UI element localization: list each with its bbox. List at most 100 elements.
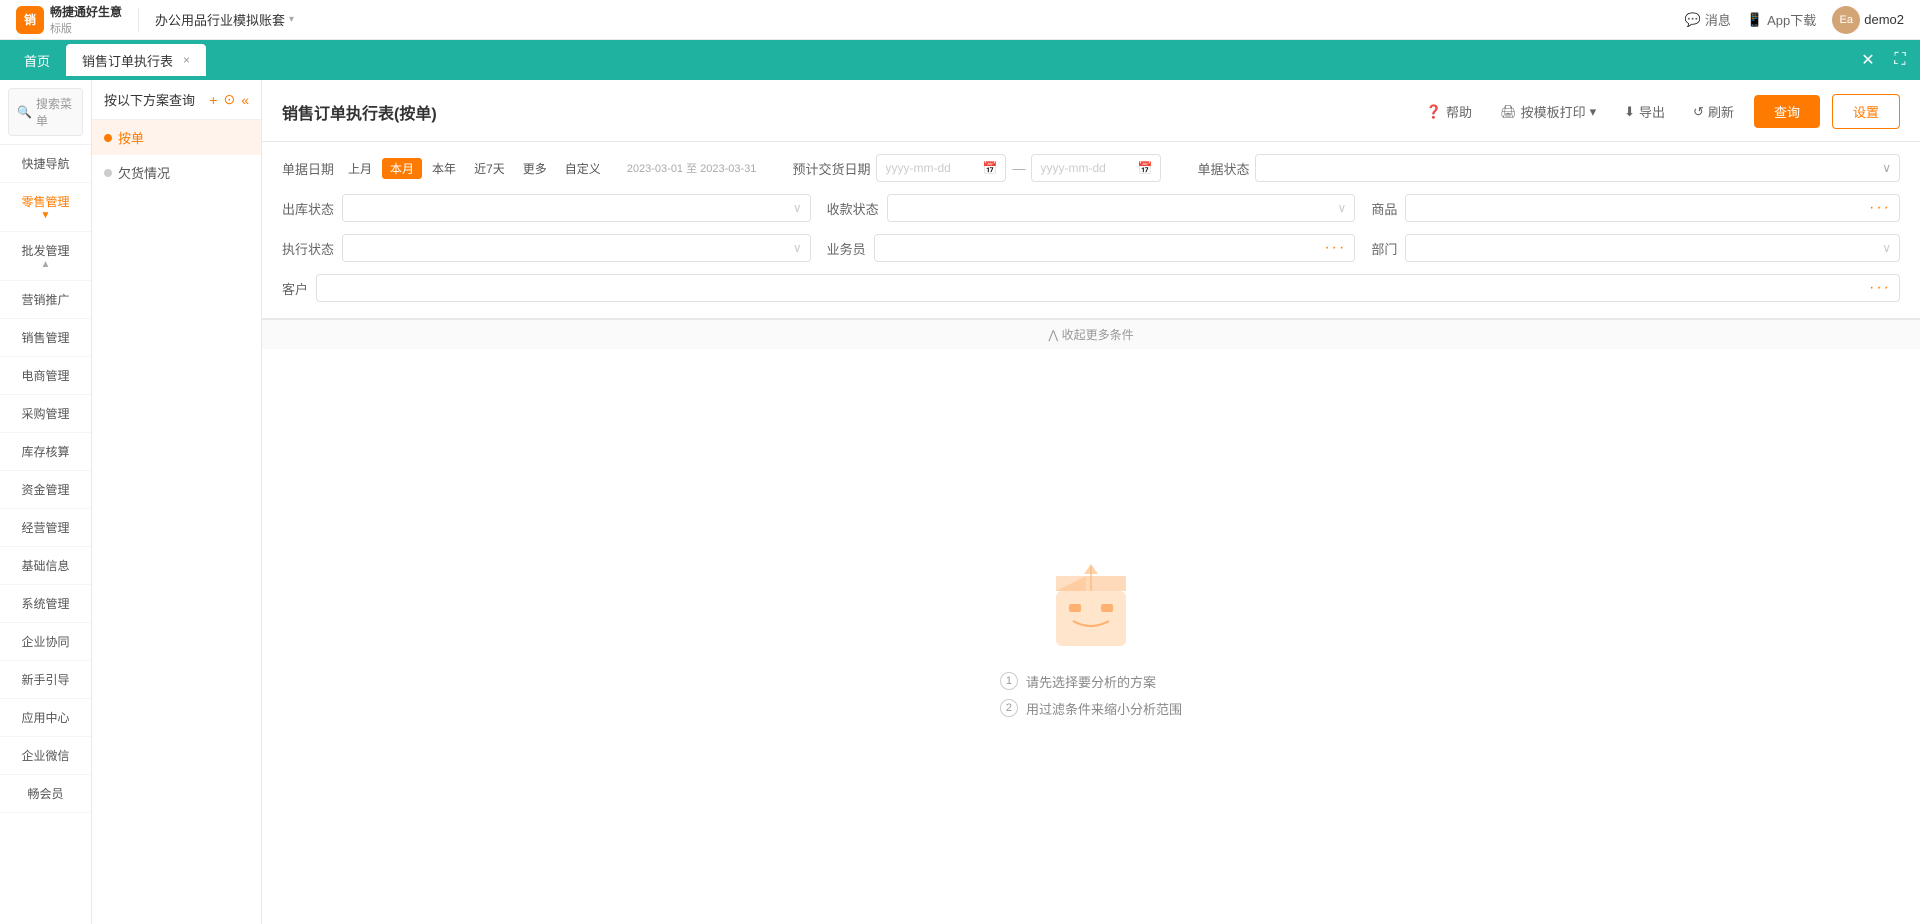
sidebar-item-basic[interactable]: 基础信息 [0, 547, 91, 585]
order-status-select[interactable]: ∨ [1255, 154, 1900, 182]
sidebar-item-enterprise[interactable]: 企业协同 [0, 623, 91, 661]
sub-brand: 标版 [50, 20, 122, 36]
calendar-end-icon: 📅 [1138, 161, 1153, 175]
sidebar-item-wechat[interactable]: 企业微信 [0, 737, 91, 775]
sidebar-item-wholesale[interactable]: 批发管理 ▲ [0, 232, 91, 281]
customer-input[interactable]: ··· [316, 274, 1900, 302]
collapse-icon: ⋀ [1048, 328, 1058, 342]
message-button[interactable]: 💬 消息 [1685, 10, 1731, 29]
sidebar-item-system[interactable]: 系统管理 [0, 585, 91, 623]
product-dots-icon[interactable]: ··· [1869, 199, 1891, 217]
sidebar-item-member[interactable]: 畅会员 [0, 775, 91, 813]
page-header: 销售订单执行表(按单) ❓ 帮助 🖨 按模板打印 ▾ ⬇ 导出 [262, 80, 1920, 142]
expected-date-end[interactable]: yyyy-mm-dd 📅 [1031, 154, 1161, 182]
expand-icon: ▲ [8, 259, 83, 270]
breadcrumb-dropdown-icon[interactable]: ▾ [289, 14, 294, 25]
department-select[interactable]: ∨ [1405, 234, 1900, 262]
filter-date-group: 单据日期 上月 本月 本年 近7天 更多 自定义 2023-03-01 至 20… [282, 158, 756, 179]
header-left: 销 畅捷通好生意 标版 办公用品行业模拟账套 ▾ [16, 3, 294, 36]
help-button[interactable]: ❓ 帮助 [1418, 98, 1480, 125]
sidebar-item-appstore[interactable]: 应用中心 [0, 699, 91, 737]
salesperson-input[interactable]: ··· [874, 234, 1356, 262]
step-1-num: 1 [1000, 672, 1018, 690]
home-tab-label: 首页 [24, 51, 50, 70]
customer-dots-icon[interactable]: ··· [1869, 279, 1891, 297]
out-status-arrow: ∨ [793, 201, 802, 215]
sidebar-item-label: 库存核算 [8, 443, 83, 460]
sidebar-item-newbie[interactable]: 新手引导 [0, 661, 91, 699]
refresh-label: 刷新 [1708, 102, 1734, 121]
order-status-arrow: ∨ [1882, 161, 1891, 175]
scheme-item-qukuan[interactable]: 欠货情况 [92, 155, 261, 190]
exec-status-select[interactable]: ∨ [342, 234, 811, 262]
window-maximize-icon[interactable]: ⛶ [1888, 48, 1912, 72]
page-title: 销售订单执行表(按单) [282, 100, 437, 124]
out-status-label: 出库状态 [282, 199, 334, 218]
date-tab-this-month[interactable]: 本月 [382, 158, 422, 179]
breadcrumb-text: 办公用品行业模拟账套 [155, 10, 285, 29]
user-area[interactable]: Ea demo2 [1832, 6, 1904, 34]
data-area: 1 请先选择要分析的方案 2 用过滤条件来缩小分析范围 [262, 349, 1920, 924]
export-button[interactable]: ⬇ 导出 [1616, 98, 1673, 125]
add-scheme-icon[interactable]: + [209, 92, 217, 108]
app-download-button[interactable]: 📱 App下载 [1747, 10, 1816, 29]
sidebar-item-label: 新手引导 [8, 671, 83, 688]
tab-sales-execution[interactable]: 销售订单执行表 × [66, 44, 206, 76]
query-label: 查询 [1774, 105, 1800, 120]
collapse-panel-icon[interactable]: « [241, 92, 249, 108]
sidebar-item-shortcut[interactable]: 快捷导航 [0, 145, 91, 183]
sidebar-item-label: 基础信息 [8, 557, 83, 574]
sidebar-item-operations[interactable]: 经营管理 [0, 509, 91, 547]
sidebar-item-marketing[interactable]: 营销推广 [0, 281, 91, 319]
refresh-button[interactable]: ↺ 刷新 [1685, 98, 1742, 125]
export-icon: ⬇ [1624, 104, 1635, 120]
exec-status-col: 执行状态 ∨ [282, 234, 811, 262]
salesperson-label: 业务员 [827, 239, 866, 258]
help-icon: ❓ [1426, 104, 1442, 120]
salesperson-dots-icon[interactable]: ··· [1324, 239, 1346, 257]
scheme-item-andan[interactable]: 按单 [92, 120, 261, 155]
sidebar-item-sales[interactable]: 销售管理 [0, 319, 91, 357]
order-status-group: 单据状态 ∨ [1197, 154, 1900, 182]
date-tab-more[interactable]: 更多 [515, 158, 555, 179]
sidebar-item-finance[interactable]: 资金管理 [0, 471, 91, 509]
date-tab-prev-month[interactable]: 上月 [340, 158, 380, 179]
top-header: 销 畅捷通好生意 标版 办公用品行业模拟账套 ▾ 💬 消息 📱 App下载 Ea… [0, 0, 1920, 40]
product-input[interactable]: ··· [1405, 194, 1900, 222]
tab-home[interactable]: 首页 [8, 44, 66, 76]
shortcut-label: 快捷导航 [21, 157, 69, 171]
left-panel-title: 按以下方案查询 [104, 90, 195, 109]
tab-bar-controls: ✕ ⛶ [1856, 48, 1912, 72]
collection-status-select[interactable]: ∨ [887, 194, 1356, 222]
settings-button[interactable]: 设置 [1832, 94, 1900, 129]
collapse-bar[interactable]: ⋀ 收起更多条件 [262, 319, 1920, 349]
settings-scheme-icon[interactable]: ⊙ [223, 91, 235, 108]
sidebar-item-label: 畅会员 [8, 785, 83, 802]
user-avatar: Ea [1832, 6, 1860, 34]
date-tab-custom[interactable]: 自定义 [557, 158, 609, 179]
expected-date-start[interactable]: yyyy-mm-dd 📅 [876, 154, 1006, 182]
out-status-select[interactable]: ∨ [342, 194, 811, 222]
window-close-icon[interactable]: ✕ [1856, 48, 1880, 72]
page-title-row: 销售订单执行表(按单) ❓ 帮助 🖨 按模板打印 ▾ ⬇ 导出 [282, 94, 1900, 129]
date-start-placeholder: yyyy-mm-dd [885, 161, 950, 175]
sidebar-item-inventory[interactable]: 库存核算 [0, 433, 91, 471]
department-col: 部门 ∨ [1371, 234, 1900, 262]
exec-status-label: 执行状态 [282, 239, 334, 258]
app-download-label: App下载 [1767, 10, 1816, 29]
tab-close-icon[interactable]: × [183, 53, 190, 67]
date-tab-7days[interactable]: 近7天 [466, 158, 513, 179]
date-tab-this-year[interactable]: 本年 [424, 158, 464, 179]
collapse-label: 收起更多条件 [1062, 328, 1134, 342]
sidebar-item-label: 采购管理 [8, 405, 83, 422]
search-menu-button[interactable]: 🔍 搜索菜单 [8, 88, 83, 136]
message-label: 消息 [1705, 10, 1731, 29]
sidebar-item-purchase[interactable]: 采购管理 [0, 395, 91, 433]
active-tab-label: 销售订单执行表 [82, 51, 173, 70]
sidebar-item-retail[interactable]: 零售管理 ▼ [0, 183, 91, 232]
query-button[interactable]: 查询 [1754, 95, 1820, 128]
step-2-text: 用过滤条件来缩小分析范围 [1026, 699, 1182, 718]
print-button[interactable]: 🖨 按模板打印 ▾ [1492, 98, 1604, 125]
product-col: 商品 ··· [1371, 194, 1900, 222]
sidebar-item-ecommerce[interactable]: 电商管理 [0, 357, 91, 395]
